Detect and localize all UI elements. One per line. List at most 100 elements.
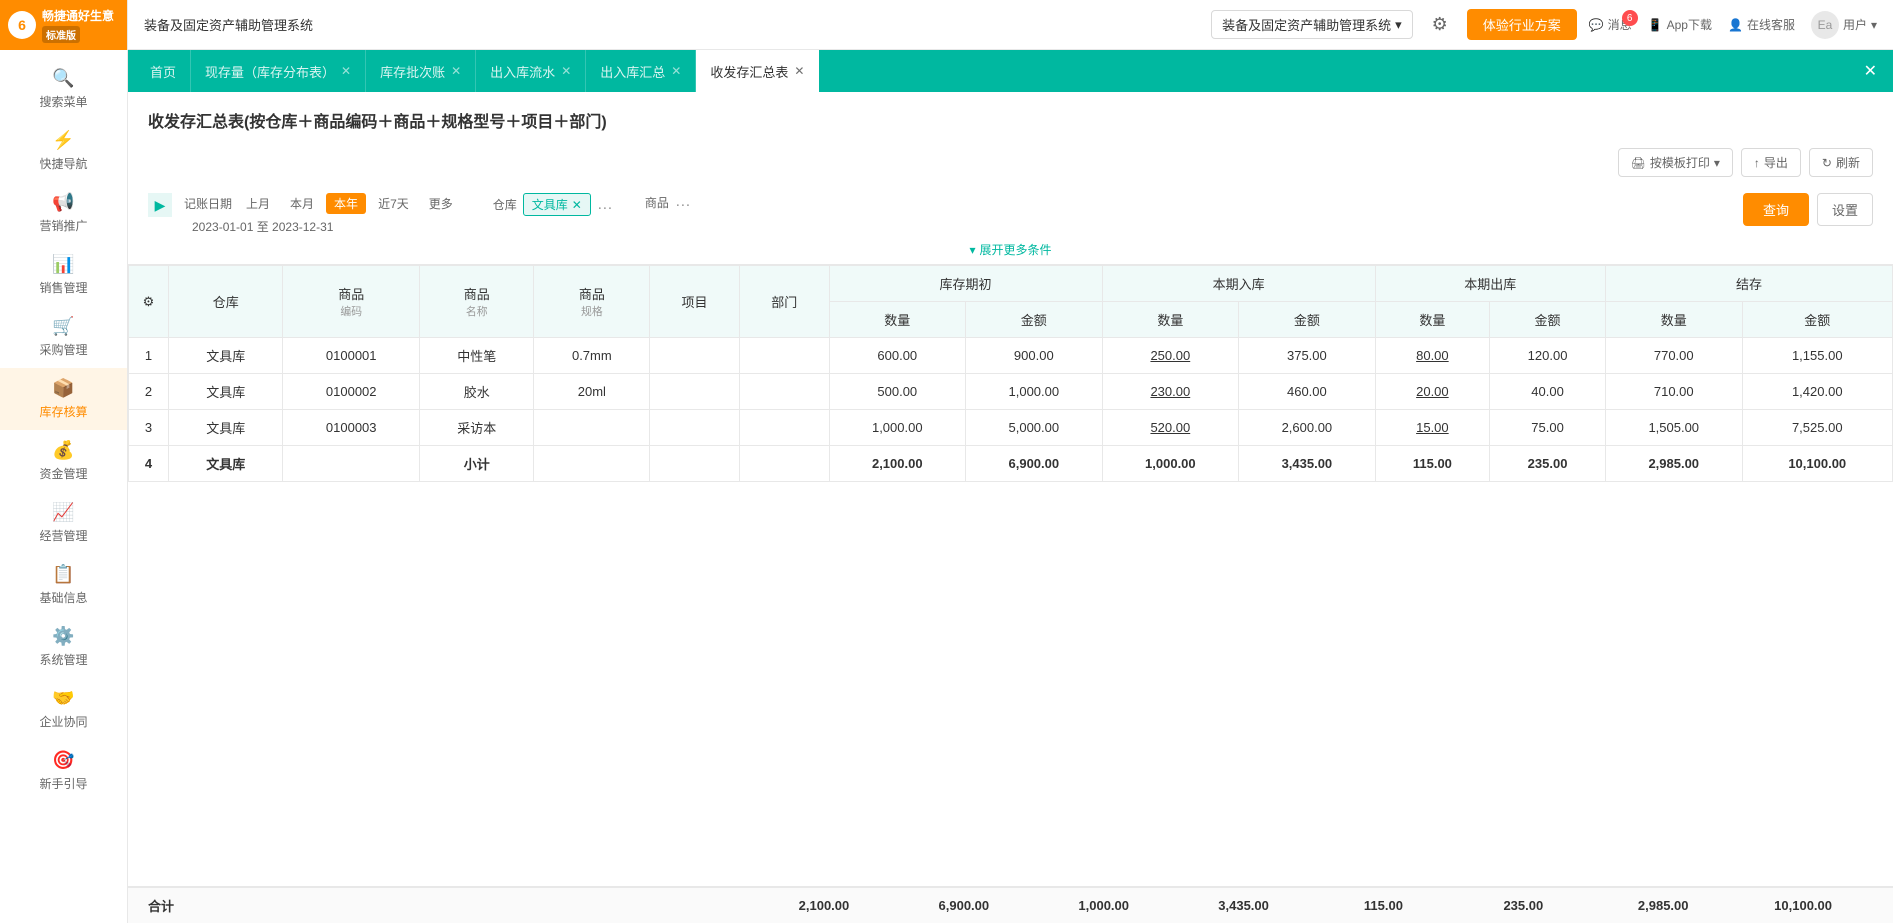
date-shortcut-近7天[interactable]: 近7天 (370, 193, 417, 214)
tab-0[interactable]: 首页 (136, 50, 191, 92)
sidebar-label-10: 企业协同 (39, 713, 87, 730)
expand-more-button[interactable]: ▾ 展开更多条件 (148, 235, 1873, 264)
user-label: 用户 (1843, 16, 1867, 33)
row-out-amt-3: 235.00 (1490, 446, 1606, 482)
goods-more-icon[interactable]: … (675, 193, 691, 211)
out-amt-header: 金额 (1490, 302, 1606, 338)
system-dropdown[interactable]: 装备及固定资产辅助管理系统 ▾ (1211, 10, 1413, 39)
name-header: 商品名称 (420, 266, 534, 338)
print-button[interactable]: 🖨 按模板打印 ▾ (1618, 148, 1733, 177)
row-out-qty-2[interactable]: 15.00 (1375, 410, 1489, 446)
warehouse-tag[interactable]: 文具库 ✕ (523, 193, 591, 216)
date-shortcut-上月[interactable]: 上月 (238, 193, 278, 214)
in-group-header: 本期入库 (1102, 266, 1375, 302)
footer-open_qty: 2,100.00 (754, 898, 894, 913)
row-bal-amt-2: 7,525.00 (1742, 410, 1892, 446)
sidebar-item-4[interactable]: 🛒采购管理 (0, 306, 127, 368)
tab-close-icon-2[interactable]: ✕ (451, 64, 461, 78)
row-out-qty-0[interactable]: 80.00 (1375, 338, 1489, 374)
sidebar-icon-6: 💰 (52, 440, 74, 461)
in-qty-link-0[interactable]: 250.00 (1150, 348, 1190, 363)
sidebar-menu: 🔍搜索菜单⚡快捷导航📢营销推广📊销售管理🛒采购管理📦库存核算 💰 资金管理 📈经营管理… (0, 50, 127, 923)
logo-icon: 6 (8, 11, 36, 39)
sidebar-item-5[interactable]: 📦库存核算 (0, 368, 127, 430)
settings-icon[interactable]: ⚙ (1425, 10, 1455, 40)
date-shortcut-本月[interactable]: 本月 (282, 193, 322, 214)
tab-close-icon-5[interactable]: ✕ (794, 64, 804, 78)
message-button[interactable]: 💬 消息 6 (1589, 16, 1632, 33)
filter-toggle-button[interactable]: ▶ (148, 193, 172, 217)
sidebar-icon-1: ⚡ (52, 130, 74, 151)
row-out-qty-3: 115.00 (1375, 446, 1489, 482)
row-in-qty-2[interactable]: 520.00 (1102, 410, 1239, 446)
page-title: 收发存汇总表(按仓库＋商品编码＋商品＋规格型号＋项目＋部门) (148, 108, 1873, 132)
filter-settings-button[interactable]: 设置 (1817, 193, 1873, 226)
row-in-qty-1[interactable]: 230.00 (1102, 374, 1239, 410)
date-shortcut-本年[interactable]: 本年 (326, 193, 366, 214)
row-dept-1 (739, 374, 829, 410)
sidebar-item-10[interactable]: 🤝企业协同 (0, 678, 127, 740)
tab-2[interactable]: 库存批次账✕ (366, 50, 476, 92)
tab-4[interactable]: 出入库汇总✕ (586, 50, 696, 92)
tab-label-1: 现存量（库存分布表） (205, 62, 335, 81)
bal-amt-header: 金额 (1742, 302, 1892, 338)
user-menu[interactable]: Ea 用户 ▾ (1811, 11, 1877, 39)
online-service-button[interactable]: 👤 在线客服 (1728, 16, 1795, 33)
row-bal-amt-0: 1,155.00 (1742, 338, 1892, 374)
date-shortcut-更多[interactable]: 更多 (421, 193, 461, 214)
sidebar-item-3[interactable]: 📊销售管理 (0, 244, 127, 306)
close-all-tabs-icon[interactable]: ✕ (1856, 61, 1885, 81)
sidebar-item-9[interactable]: ⚙️系统管理 (0, 616, 127, 678)
data-table-container: ⚙ 仓库 商品编码 商品名称 商品规格 项目 部门 库存期初 本期入库 本期出库… (128, 265, 1893, 886)
user-avatar: Ea (1811, 11, 1839, 39)
tab-1[interactable]: 现存量（库存分布表） ✕ (191, 50, 366, 92)
query-button[interactable]: 查询 (1743, 193, 1809, 226)
sidebar-item-11[interactable]: 🎯新手引导 (0, 740, 127, 802)
tab-close-icon-1[interactable]: ✕ (341, 64, 351, 78)
row-spec-2 (534, 410, 650, 446)
row-warehouse-1: 文具库 (169, 374, 283, 410)
in-qty-link-1[interactable]: 230.00 (1150, 384, 1190, 399)
sidebar-item-7[interactable]: 📈经营管理 (0, 492, 127, 554)
footer-bal_qty: 2,985.00 (1593, 898, 1733, 913)
row-spec-0: 0.7mm (534, 338, 650, 374)
table-row-1: 2 文具库 0100002 胶水 20ml 500.00 1,000.00 23… (129, 374, 1893, 410)
sidebar-item-1[interactable]: ⚡快捷导航 (0, 120, 127, 182)
table-settings-header[interactable]: ⚙ (129, 266, 169, 338)
data-table: ⚙ 仓库 商品编码 商品名称 商品规格 项目 部门 库存期初 本期入库 本期出库… (128, 265, 1893, 482)
tab-label-3: 出入库流水 (490, 62, 555, 81)
bal-qty-header: 数量 (1605, 302, 1742, 338)
tab-close-icon-3[interactable]: ✕ (561, 64, 571, 78)
app-download-label: App下载 (1667, 16, 1712, 33)
sidebar-item-8[interactable]: 📋基础信息 (0, 554, 127, 616)
sidebar-label-6: 资金管理 (39, 465, 87, 482)
row-out-qty-1[interactable]: 20.00 (1375, 374, 1489, 410)
tab-close-icon-4[interactable]: ✕ (671, 64, 681, 78)
sidebar-item-2[interactable]: 📢营销推广 (0, 182, 127, 244)
warehouse-more-icon[interactable]: … (597, 196, 613, 214)
sidebar: 6 畅捷通好生意 标准版 🔍搜索菜单⚡快捷导航📢营销推广📊销售管理🛒采购管理📦库… (0, 0, 128, 923)
row-open-qty-3: 2,100.00 (829, 446, 966, 482)
footer-out_qty: 115.00 (1314, 898, 1454, 913)
service-icon: 👤 (1728, 18, 1743, 32)
out-qty-link-1[interactable]: 20.00 (1416, 384, 1449, 399)
tab-5[interactable]: 收发存汇总表✕ (696, 50, 819, 92)
app-download-button[interactable]: 📱 App下载 (1648, 16, 1712, 33)
row-in-qty-0[interactable]: 250.00 (1102, 338, 1239, 374)
trial-button[interactable]: 体验行业方案 (1467, 9, 1577, 40)
in-qty-link-2[interactable]: 520.00 (1150, 420, 1190, 435)
open-qty-header: 数量 (829, 302, 966, 338)
goods-filter: 商品 … (645, 193, 691, 211)
sidebar-item-0[interactable]: 🔍搜索菜单 (0, 58, 127, 120)
tab-3[interactable]: 出入库流水 ✕ (476, 50, 586, 92)
opening-group-header: 库存期初 (829, 266, 1102, 302)
print-chevron-icon: ▾ (1714, 156, 1720, 170)
export-button[interactable]: ↑ 导出 (1741, 148, 1801, 177)
spec-header: 商品规格 (534, 266, 650, 338)
out-qty-link-0[interactable]: 80.00 (1416, 348, 1449, 363)
warehouse-tag-close-icon[interactable]: ✕ (572, 198, 582, 212)
refresh-button[interactable]: ↻ 刷新 (1809, 148, 1873, 177)
logo-text-block: 畅捷通好生意 标准版 (42, 7, 114, 43)
sidebar-item-6[interactable]: 💰 资金管理 (0, 430, 127, 492)
out-qty-link-2[interactable]: 15.00 (1416, 420, 1449, 435)
